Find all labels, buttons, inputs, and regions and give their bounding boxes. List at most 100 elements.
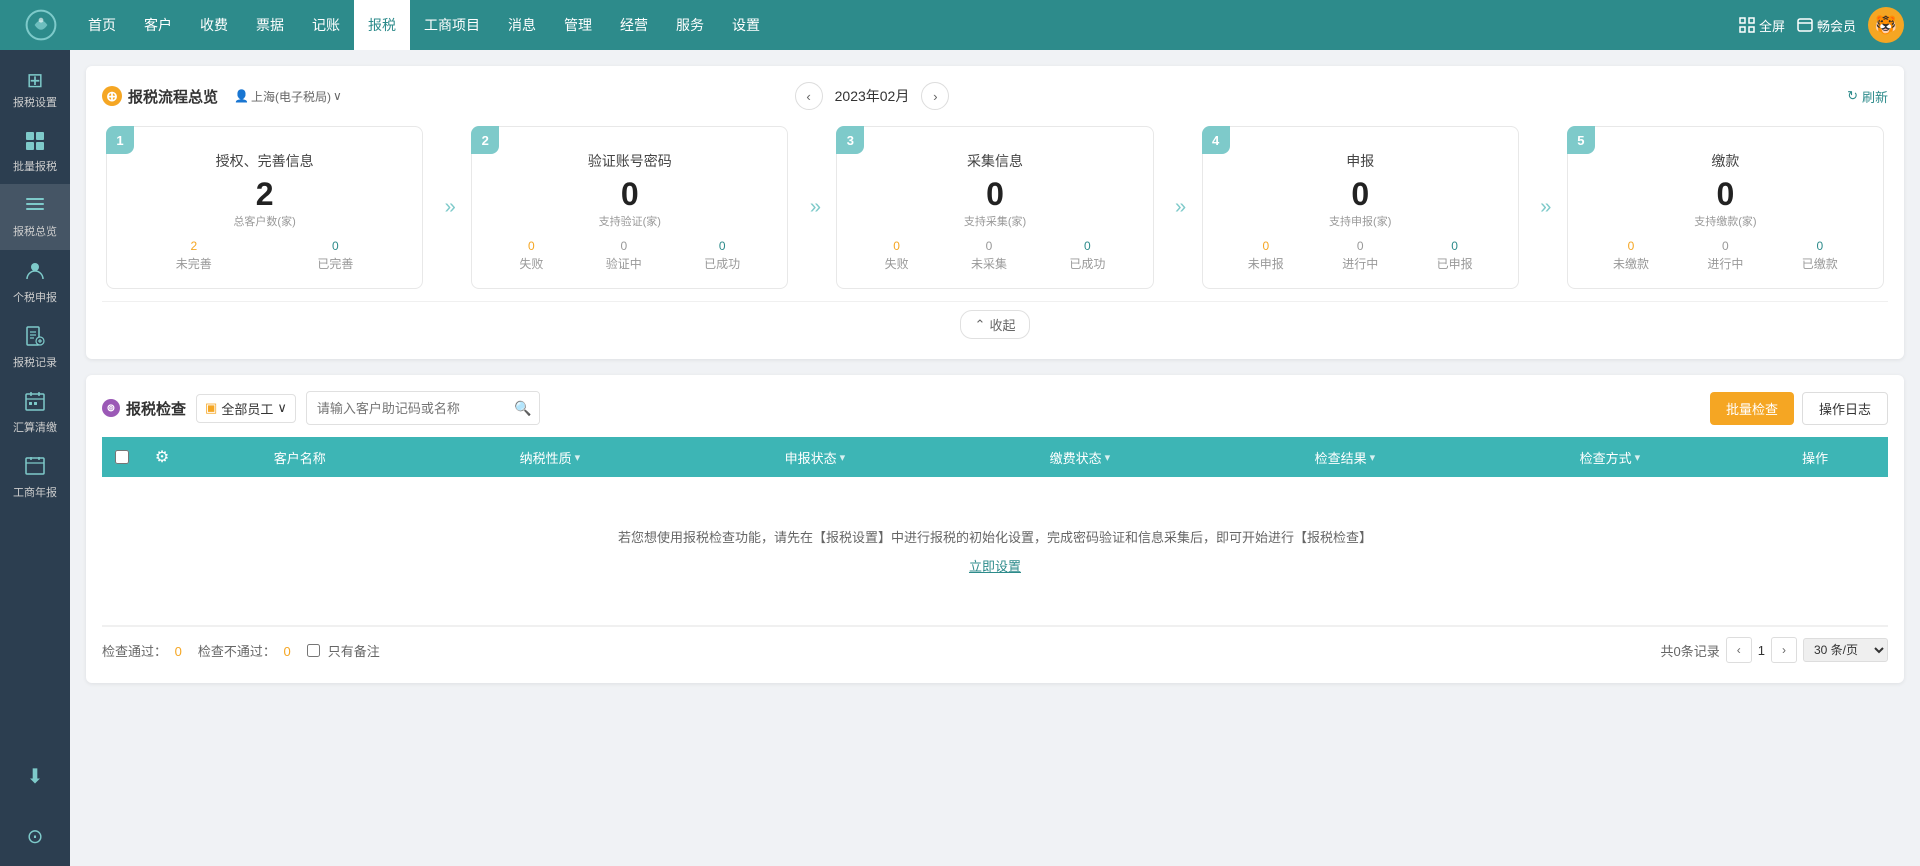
search-box: 🔍 — [306, 391, 540, 425]
search-button[interactable]: 🔍 — [507, 392, 539, 424]
location-icon2: 👤 — [234, 89, 249, 103]
fullscreen-btn[interactable]: 全屏 — [1739, 16, 1785, 35]
empty-message: 若您想使用报税检查功能，请先在【报税设置】中进行报税的初始化设置，完成密码验证和… — [130, 527, 1860, 546]
tax-overview-icon — [24, 194, 46, 222]
filter-icon-method[interactable]: ▾ — [1635, 451, 1641, 464]
nav-message[interactable]: 消息 — [494, 0, 550, 50]
fullscreen-label: 全屏 — [1759, 16, 1785, 35]
step-title-1: 授权、完善信息 — [123, 151, 406, 171]
prev-page-btn[interactable]: ‹ — [1726, 637, 1752, 663]
sidebar-label-annual-report: 工商年报 — [13, 487, 57, 500]
sidebar-item-settings2[interactable]: ⊙ — [23, 806, 48, 866]
tax-settings-icon: ⊞ — [27, 68, 44, 93]
filter-icon-declare[interactable]: ▾ — [840, 451, 846, 464]
nav-settings[interactable]: 设置 — [718, 0, 774, 50]
sidebar-item-tax-overview[interactable]: 报税总览 — [0, 184, 70, 249]
member-btn[interactable]: 畅会员 — [1797, 16, 1856, 35]
refresh-btn[interactable]: ↻ 刷新 — [1847, 87, 1888, 106]
pass-count[interactable]: 0 — [175, 644, 182, 659]
user-avatar[interactable]: 🐯 — [1868, 7, 1904, 43]
filter-icon-tax-nature[interactable]: ▾ — [575, 451, 581, 464]
current-page: 1 — [1758, 643, 1765, 658]
process-steps: 1 授权、完善信息 2 总客户数(家) 2 未完善 0 已完善 » — [102, 126, 1888, 289]
column-settings-button[interactable]: ⚙ — [155, 447, 169, 467]
note-checkbox[interactable] — [307, 644, 320, 657]
nav-manage[interactable]: 管理 — [550, 0, 606, 50]
filter-icon-pay[interactable]: ▾ — [1105, 451, 1111, 464]
staff-dropdown[interactable]: ▣ 全部员工 ∨ — [196, 394, 296, 423]
batch-check-button[interactable]: 批量检查 — [1710, 392, 1794, 425]
arrow-2-3: » — [792, 126, 832, 289]
step-count-5: 0 — [1584, 175, 1867, 213]
step-stats-4: 0 未申报 0 进行中 0 已申报 — [1219, 239, 1502, 272]
total-records: 共0条记录 — [1661, 641, 1720, 660]
step-num-2: 2 — [471, 126, 499, 154]
filter-icon-result[interactable]: ▾ — [1370, 451, 1376, 464]
step-sub-5: 支持缴款(家) — [1584, 213, 1867, 229]
search-input[interactable] — [307, 396, 507, 421]
nav-home[interactable]: 首页 — [74, 0, 130, 50]
step-title-4: 申报 — [1219, 151, 1502, 171]
step1-ok-val[interactable]: 0 — [317, 239, 353, 253]
batch-tax-icon — [24, 130, 46, 157]
table-body: 若您想使用报税检查功能，请先在【报税设置】中进行报税的初始化设置，完成密码验证和… — [102, 477, 1888, 626]
sidebar-item-personal-tax[interactable]: 个税申报 — [0, 250, 70, 315]
double-arrow-icon2: » — [810, 196, 815, 219]
step-5: 5 缴款 0 支持缴款(家) 0 未缴款 0 进行中 0 已缴款 — [1567, 126, 1884, 289]
step1-ok-label: 已完善 — [317, 255, 353, 272]
next-page-btn[interactable]: › — [1771, 637, 1797, 663]
step-sub-2: 支持验证(家) — [488, 213, 771, 229]
fail-count[interactable]: 0 — [284, 644, 291, 659]
collapse-bar: ⌃ 收起 — [102, 301, 1888, 343]
step2-fail-val[interactable]: 0 — [519, 239, 543, 253]
nav-invoice[interactable]: 票据 — [242, 0, 298, 50]
select-all-checkbox[interactable] — [115, 450, 129, 464]
step1-fail-val[interactable]: 2 — [176, 239, 212, 253]
nav-service[interactable]: 服务 — [662, 0, 718, 50]
pagination: 共0条记录 ‹ 1 › 30 条/页50 条/页100 条/页 — [1661, 637, 1888, 663]
app-logo — [16, 0, 66, 50]
step-stats-2: 0 失败 0 验证中 0 已成功 — [488, 239, 771, 272]
nav-business[interactable]: 工商项目 — [410, 0, 494, 50]
nav-tax[interactable]: 报税 — [354, 0, 410, 50]
step-3: 3 采集信息 0 支持采集(家) 0 失败 0 未采集 0 已成功 — [836, 126, 1153, 289]
sidebar-item-batch-tax[interactable]: 批量报税 — [0, 120, 70, 184]
check-header: ⊚ 报税检查 ▣ 全部员工 ∨ 🔍 批量检查 操作日志 — [102, 391, 1888, 425]
search-icon: 🔍 — [514, 400, 531, 417]
sidebar-item-annual-report[interactable]: 工商年报 — [0, 445, 70, 510]
prev-month-btn[interactable]: ‹ — [795, 82, 823, 110]
th-gear: ⚙ — [142, 437, 182, 477]
sidebar-item-tax-record[interactable]: 报税记录 — [0, 315, 70, 380]
step-2: 2 验证账号密码 0 支持验证(家) 0 失败 0 验证中 0 已成功 — [471, 126, 788, 289]
tax-check-card: ⊚ 报税检查 ▣ 全部员工 ∨ 🔍 批量检查 操作日志 — [86, 375, 1904, 683]
next-month-btn[interactable]: › — [921, 82, 949, 110]
step1-fail-label: 未完善 — [176, 255, 212, 272]
nav-customer[interactable]: 客户 — [130, 0, 186, 50]
nav-operation[interactable]: 经营 — [606, 0, 662, 50]
sidebar-item-annual-tax[interactable]: 汇算清缴 — [0, 380, 70, 445]
sidebar-label-batch-tax: 批量报税 — [13, 161, 57, 174]
step-sub-4: 支持申报(家) — [1219, 213, 1502, 229]
action-buttons: 批量检查 操作日志 — [1710, 392, 1888, 425]
sidebar-item-tax-settings[interactable]: ⊞ 报税设置 — [0, 58, 70, 120]
refresh-icon: ↻ — [1847, 88, 1858, 104]
nav-accounting[interactable]: 记账 — [298, 0, 354, 50]
per-page-select[interactable]: 30 条/页50 条/页100 条/页 — [1803, 638, 1888, 662]
nav-fee[interactable]: 收费 — [186, 0, 242, 50]
arrow-3-4: » — [1158, 126, 1198, 289]
process-title: ⊕ 报税流程总览 — [102, 86, 218, 107]
setup-link[interactable]: 立即设置 — [969, 559, 1021, 574]
step-num-5: 5 — [1567, 126, 1595, 154]
table-footer: 检查通过： 0 检查不通过： 0 只有备注 共0条记录 ‹ 1 › 30 条/页… — [102, 626, 1888, 667]
th-pay-status: 缴费状态 ▾ — [947, 437, 1212, 477]
th-customer-name: 客户名称 — [182, 437, 417, 477]
staff-icon: ▣ — [205, 400, 217, 416]
pass-stat: 检查通过： 0 — [102, 641, 182, 660]
th-tax-nature: 纳税性质 ▾ — [417, 437, 682, 477]
empty-state: 若您想使用报税检查功能，请先在【报税设置】中进行报税的初始化设置，完成密码验证和… — [110, 487, 1880, 615]
operation-log-button[interactable]: 操作日志 — [1802, 392, 1888, 425]
location-tag[interactable]: 👤 上海(电子税局) ∨ — [234, 88, 342, 105]
step-4: 4 申报 0 支持申报(家) 0 未申报 0 进行中 0 已申报 — [1202, 126, 1519, 289]
sidebar-item-download[interactable]: ⬇ — [23, 746, 48, 806]
collapse-btn[interactable]: ⌃ 收起 — [960, 310, 1031, 339]
